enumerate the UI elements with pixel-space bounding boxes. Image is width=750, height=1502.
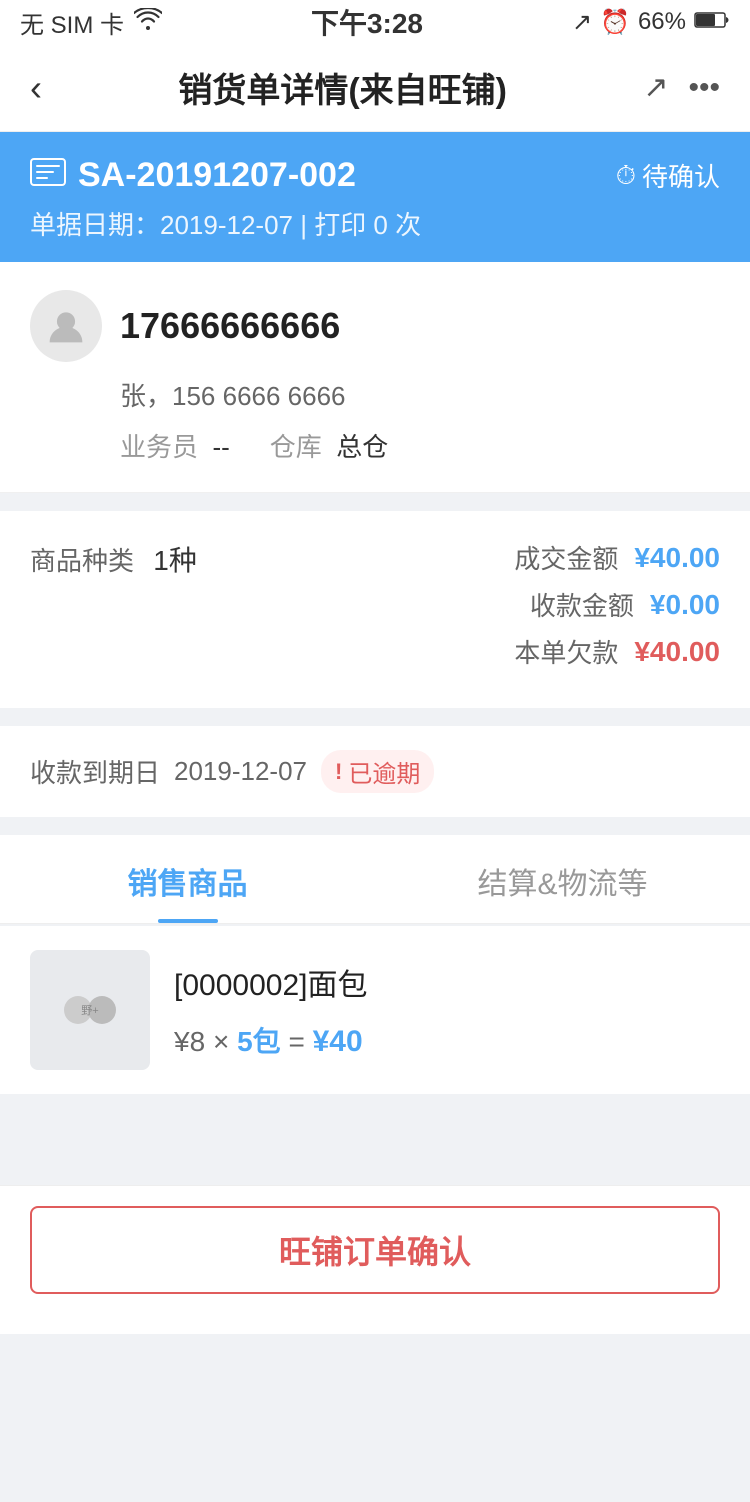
battery-level: 66% (638, 8, 686, 36)
category-value: 1种 (153, 545, 197, 576)
customer-meta: 业务员 -- 仓库 总仓 (30, 427, 720, 464)
due-card: 收款到期日 2019-12-07 ! 已逾期 (0, 726, 750, 817)
wifi-icon (134, 8, 162, 37)
back-button[interactable]: ‹ (30, 67, 42, 109)
status-left: 无 SIM 卡 (20, 5, 162, 40)
product-total: ¥40 (313, 1025, 363, 1058)
category-label: 商品种类 (30, 546, 134, 576)
summary-left: 商品种类 1种 (30, 539, 197, 579)
product-card: 野+ [0000002]面包 ¥8 × 5包 = ¥40 (0, 926, 750, 1094)
owe-label: 本单欠款 (514, 633, 618, 670)
location-icon: ↗ (572, 8, 592, 37)
warehouse-label: 仓库 (270, 432, 322, 462)
overdue-text: 已逾期 (348, 754, 420, 789)
received-label: 收款金额 (530, 586, 634, 623)
product-name: [0000002]面包 (174, 960, 720, 1004)
unit-price: ¥8 (174, 1026, 205, 1057)
nav-actions: ↗ ••• (643, 70, 720, 105)
summary-card: 商品种类 1种 成交金额 ¥40.00 收款金额 ¥0.00 本单欠款 ¥40.… (0, 511, 750, 708)
product-info: [0000002]面包 ¥8 × 5包 = ¥40 (174, 960, 720, 1060)
owe-value: ¥40.00 (634, 636, 720, 668)
page-title: 销货单详情(来自旺铺) (178, 63, 507, 112)
equals-sign: = (288, 1026, 312, 1057)
bottom-bar: 旺铺订单确认 (0, 1185, 750, 1334)
customer-name: 张，156 6666 6666 (30, 376, 720, 413)
tab-settlement[interactable]: 结算&物流等 (375, 835, 750, 923)
customer-card: 17666666666 张，156 6666 6666 业务员 -- 仓库 总仓 (0, 262, 750, 493)
battery-icon (694, 8, 730, 36)
product-qty: 5包 (237, 1026, 281, 1057)
salesperson-value: -- (212, 432, 229, 462)
clock-icon: ⏱ (616, 160, 636, 192)
status-right: ↗ ⏰ 66% (572, 8, 730, 37)
product-thumbnail: 野+ (30, 950, 150, 1070)
avatar (30, 290, 102, 362)
due-label: 收款到期日 (30, 753, 160, 790)
summary-right: 成交金额 ¥40.00 收款金额 ¥0.00 本单欠款 ¥40.00 (514, 539, 720, 680)
multiply-sign: × (213, 1026, 237, 1057)
due-date: 2019-12-07 (174, 756, 307, 787)
tab-sales-product[interactable]: 销售商品 (0, 835, 375, 923)
status-time: 下午3:28 (311, 2, 423, 42)
sim-label: 无 SIM 卡 (20, 5, 124, 40)
status-bar: 无 SIM 卡 下午3:28 ↗ ⏰ 66% (0, 0, 750, 44)
order-status: ⏱ 待确认 (616, 157, 720, 194)
warehouse-value: 总仓 (336, 432, 388, 462)
svg-text:野+: 野+ (81, 1004, 98, 1017)
order-meta: 单据日期：2019-12-07 | 打印 0 次 (30, 205, 720, 242)
order-id: SA-20191207-002 (30, 156, 356, 195)
deal-label: 成交金额 (514, 539, 618, 576)
product-price: ¥8 × 5包 = ¥40 (174, 1020, 720, 1060)
order-header: SA-20191207-002 ⏱ 待确认 单据日期：2019-12-07 | … (0, 132, 750, 262)
alarm-icon: ⏰ (600, 8, 630, 37)
customer-phone: 17666666666 (120, 305, 340, 347)
deal-value: ¥40.00 (634, 542, 720, 574)
overdue-badge: ! 已逾期 (321, 750, 434, 793)
order-icon (30, 156, 66, 195)
alert-icon: ! (335, 759, 342, 785)
confirm-button[interactable]: 旺铺订单确认 (30, 1206, 720, 1294)
share-icon[interactable]: ↗ (643, 70, 668, 105)
tabs-container: 销售商品 结算&物流等 (0, 835, 750, 924)
nav-bar: ‹ 销货单详情(来自旺铺) ↗ ••• (0, 44, 750, 132)
salesperson-label: 业务员 (120, 432, 198, 462)
more-icon[interactable]: ••• (688, 71, 720, 105)
received-value: ¥0.00 (650, 589, 720, 621)
